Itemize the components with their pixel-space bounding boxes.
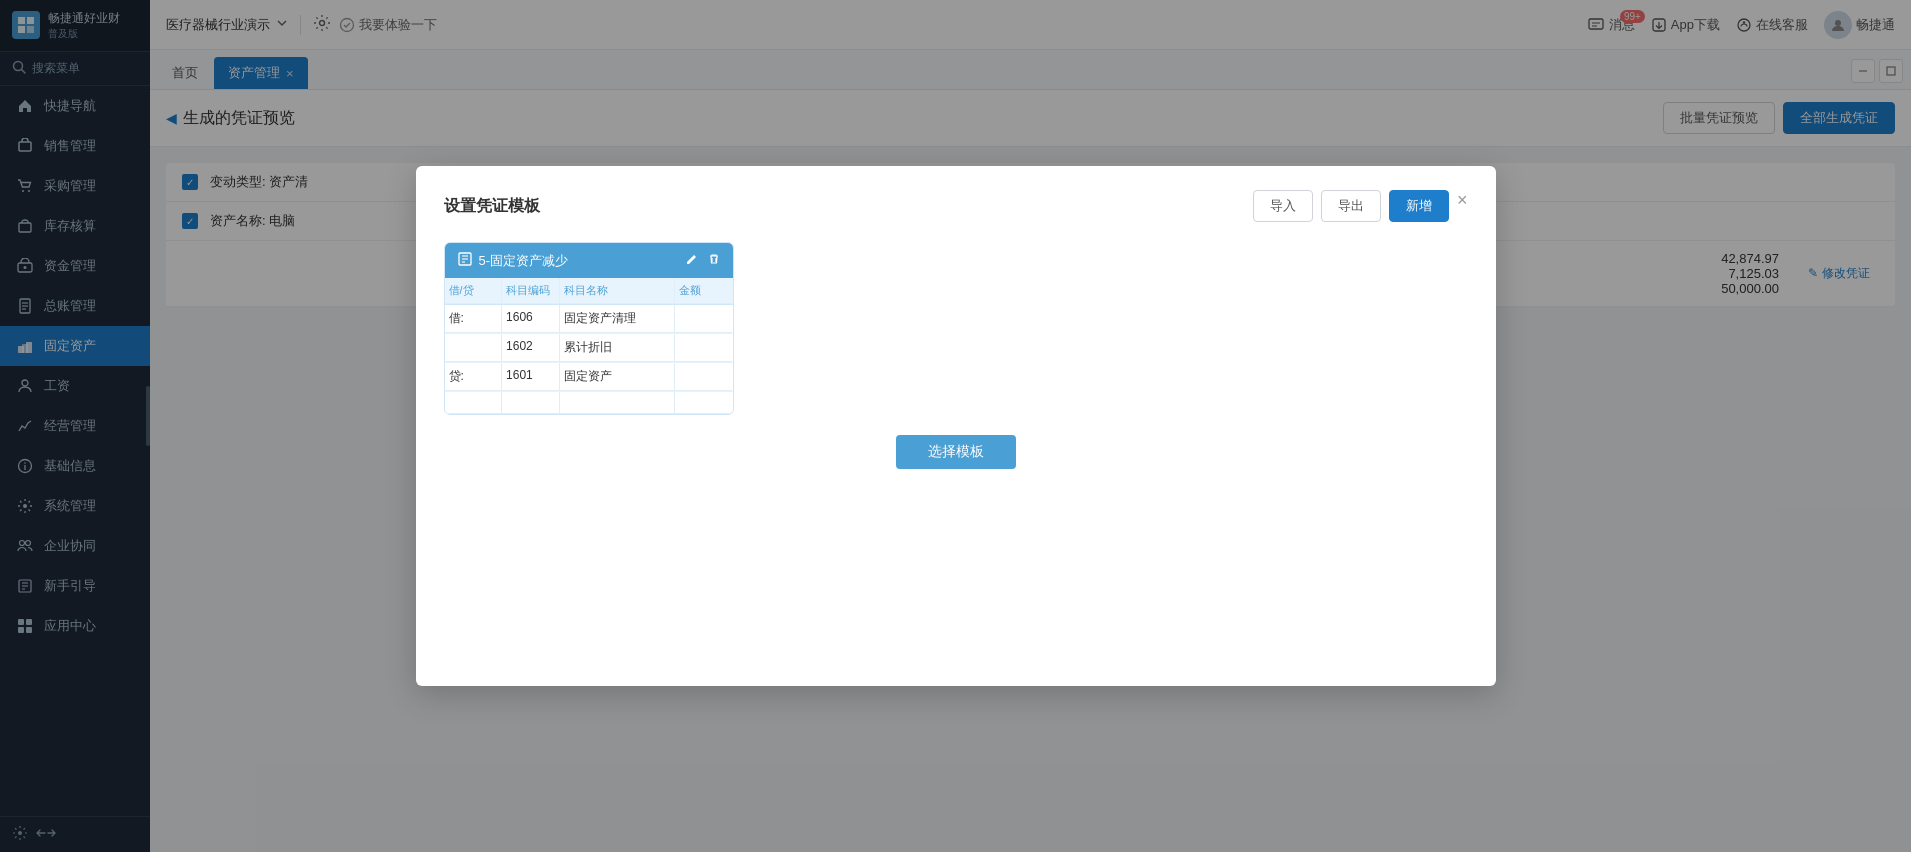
template-card-id-name: 5-固定资产减少: [479, 252, 569, 270]
dialog-header: 设置凭证模板 导入 导出 新增 ×: [444, 190, 1468, 222]
template-edit-icon[interactable]: [685, 252, 699, 269]
template-entry-row-empty: [445, 392, 733, 414]
entry2-type: [445, 334, 503, 362]
template-card-actions: [685, 252, 721, 269]
dialog-toolbar: 导入 导出 新增 ×: [1253, 190, 1468, 222]
entry1-amount: [675, 305, 733, 333]
template-grid-row2: 1602 累计折旧: [445, 334, 733, 362]
template-entry-row-1: 借: 1606 固定资产清理: [445, 305, 733, 334]
import-button[interactable]: 导入: [1253, 190, 1313, 222]
set-template-dialog: 设置凭证模板 导入 导出 新增 × 5-固定资产减少: [416, 166, 1496, 686]
empty-type: [445, 392, 503, 414]
template-entry-row-2: 1602 累计折旧: [445, 334, 733, 363]
entry1-type: 借:: [445, 305, 503, 333]
template-card-body: 借/贷 科目编码 科目名称 金额 借: 1606 固定资产清理: [445, 278, 733, 414]
template-grid-row-empty: [445, 392, 733, 414]
dialog-title: 设置凭证模板: [444, 196, 540, 217]
empty-amount: [675, 392, 733, 414]
export-button[interactable]: 导出: [1321, 190, 1381, 222]
grid-col-code: 科目编码: [502, 278, 560, 304]
template-card-icon: [457, 251, 473, 270]
select-template-button[interactable]: 选择模板: [896, 435, 1016, 469]
grid-col-account: 科目名称: [560, 278, 675, 304]
template-id: 5-: [479, 253, 491, 268]
entry1-account: 固定资产清理: [560, 305, 675, 333]
entry3-account: 固定资产: [560, 363, 675, 391]
entry2-code: 1602: [502, 334, 560, 362]
template-entry-row-3: 贷: 1601 固定资产: [445, 363, 733, 392]
grid-col-type: 借/贷: [445, 278, 503, 304]
entry3-amount: [675, 363, 733, 391]
entry3-type: 贷:: [445, 363, 503, 391]
modal-overlay: 设置凭证模板 导入 导出 新增 × 5-固定资产减少: [0, 0, 1911, 852]
template-card: 5-固定资产减少 借/贷 科目编码 科目名称: [444, 242, 734, 415]
template-card-header: 5-固定资产减少: [445, 243, 733, 278]
new-button[interactable]: 新增: [1389, 190, 1449, 222]
entry2-amount: [675, 334, 733, 362]
template-grid-header: 借/贷 科目编码 科目名称 金额: [445, 278, 733, 305]
entry2-account: 累计折旧: [560, 334, 675, 362]
empty-account: [560, 392, 675, 414]
dialog-close-button[interactable]: ×: [1457, 190, 1468, 222]
template-delete-icon[interactable]: [707, 252, 721, 269]
entry3-code: 1601: [502, 363, 560, 391]
template-card-title-group: 5-固定资产减少: [457, 251, 569, 270]
grid-col-amount: 金额: [675, 278, 733, 304]
empty-code: [502, 392, 560, 414]
template-grid-row1: 借: 1606 固定资产清理: [445, 305, 733, 333]
template-grid-row3: 贷: 1601 固定资产: [445, 363, 733, 391]
template-name: 固定资产减少: [490, 253, 568, 268]
entry1-code: 1606: [502, 305, 560, 333]
select-template-section: 选择模板: [444, 435, 1468, 469]
